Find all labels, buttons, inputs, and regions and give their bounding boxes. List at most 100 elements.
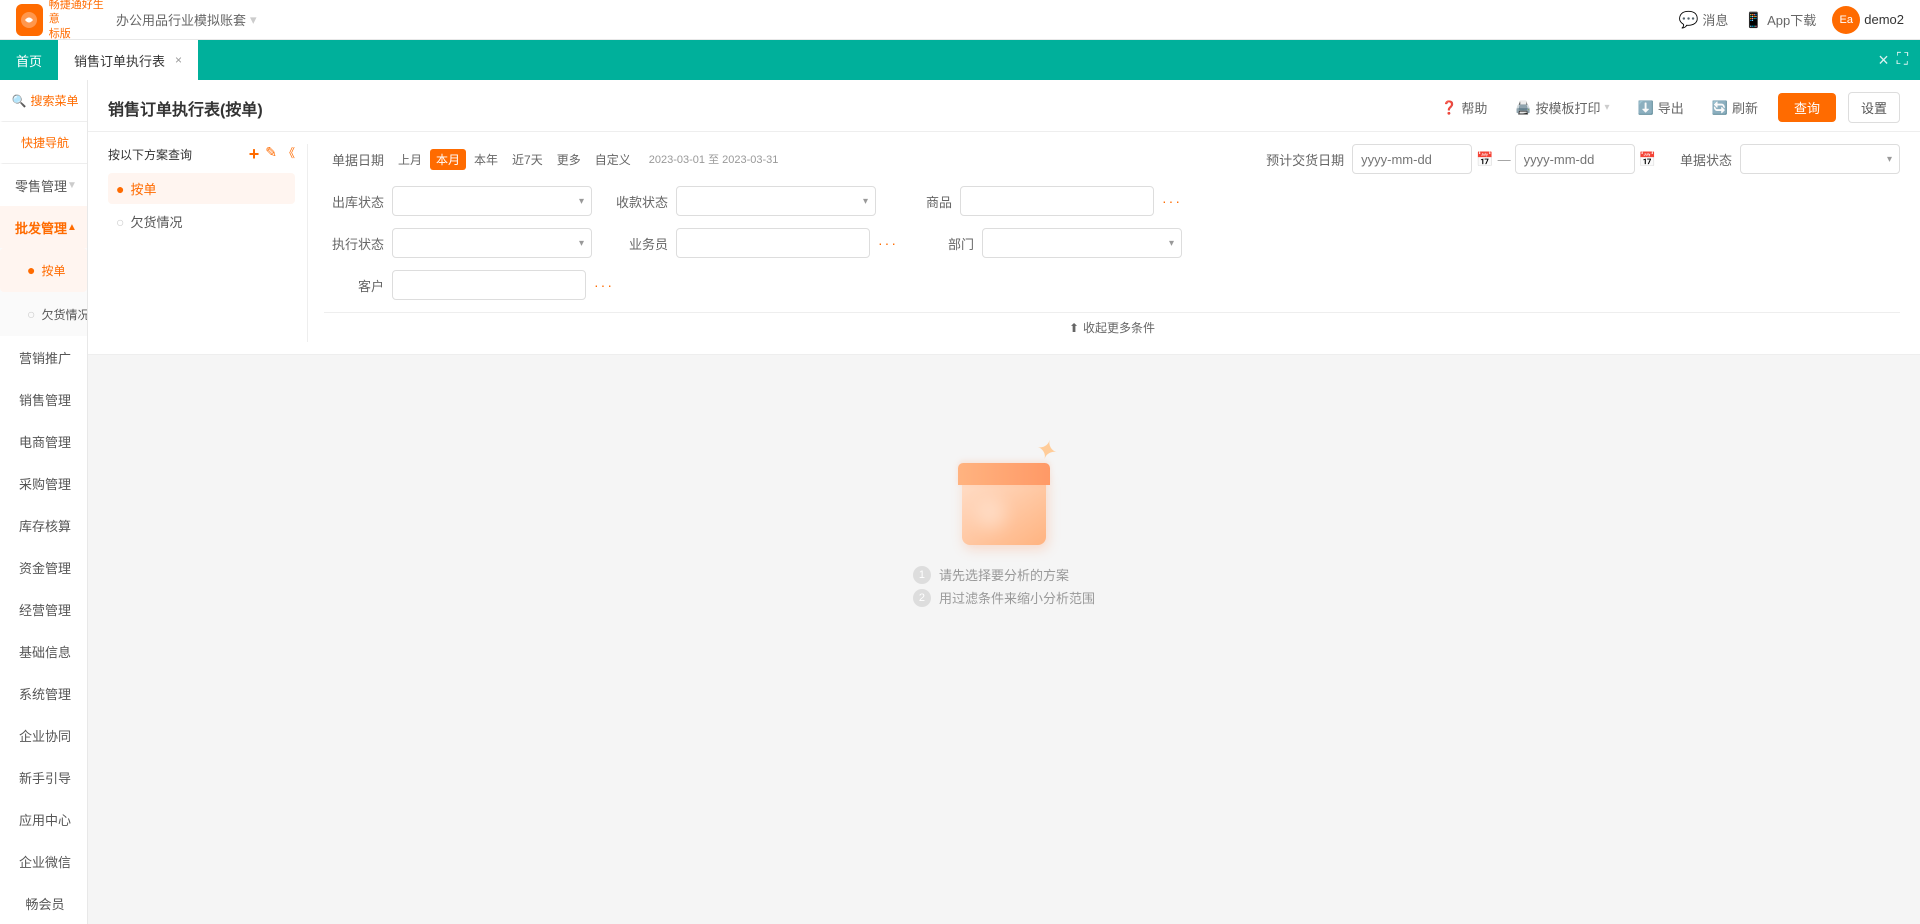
date-separator: —	[1498, 152, 1511, 167]
sidebar-label-sales: 销售管理	[19, 390, 71, 409]
shortage-icon: ○	[27, 306, 35, 322]
help-btn[interactable]: ❓ 帮助	[1433, 94, 1495, 121]
window-close-btn[interactable]: ×	[1878, 50, 1889, 71]
tab-sales-order[interactable]: 销售订单执行表 ×	[58, 40, 198, 80]
export-icon: ⬇️	[1638, 100, 1654, 116]
shortage-label: 欠货情况	[41, 306, 88, 323]
filter-field-payment-status: 收款状态 ▾	[608, 186, 876, 216]
customer-input[interactable]	[392, 270, 586, 300]
exec-status-select[interactable]	[392, 228, 592, 258]
delivery-status-select[interactable]	[392, 186, 592, 216]
expected-delivery-end[interactable]	[1515, 144, 1635, 174]
tab-close-btn[interactable]: ×	[175, 53, 182, 67]
bydan-active-icon: ●	[27, 262, 35, 278]
sidebar-item-marketing[interactable]: 营销推广	[0, 336, 87, 378]
sidebar-item-retail[interactable]: 零售管理 ▼	[0, 164, 87, 206]
add-scheme-btn[interactable]: +	[249, 144, 260, 165]
customer-more-btn[interactable]: ···	[594, 277, 614, 293]
sidebar-item-ecommerce[interactable]: 电商管理	[0, 420, 87, 462]
sidebar-label-guide: 新手引导	[19, 768, 71, 787]
help-icon: ❓	[1441, 100, 1457, 116]
print-btn[interactable]: 🖨️ 按模板打印 ▾	[1507, 94, 1617, 121]
sidebar-item-basic[interactable]: 基础信息	[0, 630, 87, 672]
export-btn[interactable]: ⬇️ 导出	[1630, 94, 1692, 121]
breadcrumb[interactable]: 办公用品行业模拟账套 ▾	[116, 10, 1666, 29]
sidebar-item-wechat[interactable]: 企业微信	[0, 840, 87, 882]
sidebar-label-apps: 应用中心	[19, 810, 71, 829]
settings-btn[interactable]: 设置	[1848, 92, 1900, 123]
date-tab-custom[interactable]: 自定义	[589, 149, 637, 170]
sidebar-item-sales[interactable]: 销售管理	[0, 378, 87, 420]
sidebar-item-finance[interactable]: 资金管理	[0, 546, 87, 588]
edit-scheme-btn[interactable]: ✎	[265, 144, 277, 165]
sidebar-item-collab[interactable]: 企业协同	[0, 714, 87, 756]
goods-input[interactable]	[960, 186, 1154, 216]
dept-select-wrapper: ▾	[982, 228, 1182, 258]
sidebar-sub-item-bydan[interactable]: ● 按单	[0, 248, 87, 292]
salesperson-label: 业务员	[608, 234, 668, 253]
filter-field-doc-status: 单据状态 ▾	[1672, 144, 1900, 174]
scheme-item-bydan[interactable]: ● 按单	[108, 173, 295, 204]
top-right-area: 💬 消息 📱 App下载 Ea demo2	[1678, 6, 1904, 34]
window-maximize-btn[interactable]: ⛶	[1897, 51, 1908, 69]
query-btn[interactable]: 查询	[1778, 93, 1836, 122]
user-profile[interactable]: Ea demo2	[1832, 6, 1904, 34]
sidebar-label-ecommerce: 电商管理	[19, 432, 71, 451]
salesperson-input[interactable]	[676, 228, 870, 258]
sidebar-sub-item-shortage[interactable]: ○ 欠货情况	[0, 292, 87, 336]
filter-scheme-actions: + ✎ 《	[249, 144, 295, 165]
filter-row-4: 客户 ···	[324, 270, 1900, 300]
date-tab-7days[interactable]: 近7天	[506, 149, 549, 170]
app-download-btn[interactable]: 📱 App下载	[1744, 10, 1816, 29]
sidebar-item-system[interactable]: 系统管理	[0, 672, 87, 714]
delivery-date-icon-start: 📅	[1476, 151, 1493, 168]
empty-step-1: 1 请先选择要分析的方案	[913, 565, 1095, 584]
collapse-filter-btn[interactable]: ⬆ 收起更多条件	[324, 312, 1900, 342]
expected-delivery-label: 预计交货日期	[1266, 150, 1344, 169]
date-tab-this-month[interactable]: 本月	[430, 149, 466, 170]
doc-status-select[interactable]	[1740, 144, 1900, 174]
goods-more-btn[interactable]: ···	[1162, 193, 1182, 209]
sidebar-item-inventory[interactable]: 库存核算	[0, 504, 87, 546]
sidebar-item-wholesale[interactable]: 批发管理 ▲	[0, 206, 87, 248]
sidebar-label-wechat: 企业微信	[19, 852, 71, 871]
scheme-item-shortage[interactable]: ○ 欠货情况	[108, 206, 295, 237]
message-btn[interactable]: 💬 消息	[1678, 10, 1728, 30]
sidebar-item-guide[interactable]: 新手引导	[0, 756, 87, 798]
sidebar-quick-nav[interactable]: 快捷导航	[0, 122, 87, 164]
exec-status-select-wrapper: ▾	[392, 228, 592, 258]
sidebar-item-apps[interactable]: 应用中心	[0, 798, 87, 840]
sidebar-item-operation[interactable]: 经营管理	[0, 588, 87, 630]
sidebar-search-menu[interactable]: 🔍 搜索菜单	[0, 80, 87, 122]
filter-field-salesperson: 业务员 ···	[608, 228, 898, 258]
sidebar-label-retail: 零售管理	[15, 176, 67, 195]
payment-status-select[interactable]	[676, 186, 876, 216]
logo-icon	[16, 4, 43, 36]
date-tab-last-month[interactable]: 上月	[392, 149, 428, 170]
delivery-date-icon-end: 📅	[1639, 151, 1656, 168]
sidebar-label-wholesale: 批发管理	[15, 218, 67, 237]
date-tab-this-year[interactable]: 本年	[468, 149, 504, 170]
page-actions: ❓ 帮助 🖨️ 按模板打印 ▾ ⬇️ 导出 🔄 刷新 查询	[1433, 92, 1900, 123]
step-2-num: 2	[913, 589, 931, 607]
bydan-scheme-label: 按单	[130, 179, 156, 198]
filter-fields: 单据日期 上月 本月 本年 近7天 更多 自定义 2023-03-01 至 20…	[308, 144, 1900, 342]
dept-select[interactable]	[982, 228, 1182, 258]
date-tab-more[interactable]: 更多	[551, 149, 587, 170]
shortage-scheme-icon: ○	[116, 214, 124, 230]
sidebar-item-member[interactable]: 畅会员	[0, 882, 87, 924]
sidebar-label-purchase: 采购管理	[19, 474, 71, 493]
tab-home[interactable]: 首页	[0, 40, 58, 80]
filter-scheme-panel: 按以下方案查询 + ✎ 《 ● 按单 ○ 欠货情况	[108, 144, 308, 342]
filter-field-dept: 部门 ▾	[914, 228, 1182, 258]
salesperson-more-btn[interactable]: ···	[878, 235, 898, 251]
filter-field-expected-delivery: 预计交货日期 📅 — 📅	[1266, 144, 1656, 174]
sidebar-item-purchase[interactable]: 采购管理	[0, 462, 87, 504]
delivery-status-label: 出库状态	[324, 192, 384, 211]
sidebar-label-system: 系统管理	[19, 684, 71, 703]
refresh-btn[interactable]: 🔄 刷新	[1704, 94, 1766, 121]
collapse-scheme-btn[interactable]: 《	[283, 144, 295, 165]
expected-delivery-start[interactable]	[1352, 144, 1472, 174]
filter-field-date: 单据日期 上月 本月 本年 近7天 更多 自定义 2023-03-01 至 20…	[324, 149, 778, 170]
wholesale-expand-icon: ▲	[67, 222, 77, 233]
